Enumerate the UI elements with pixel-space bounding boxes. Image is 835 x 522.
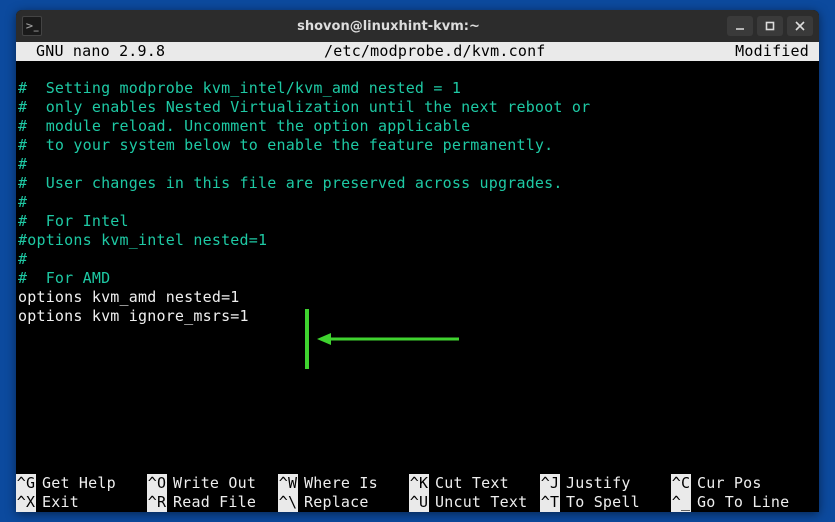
- nano-shortcut-bar: ^G Get Help ^O Write Out ^W Where Is ^K Cut Tex…: [16, 474, 819, 512]
- shortcut-key: ^_: [671, 493, 691, 512]
- titlebar: >_ shovon@linuxhint-kvm:~: [16, 10, 819, 42]
- editor-comment-line[interactable]: # For Intel: [16, 212, 819, 231]
- shortcut-item[interactable]: ^_ Go To Line: [671, 493, 802, 512]
- terminal-window: >_ shovon@linuxhint-kvm:~ GNU nano 2.9.8…: [16, 10, 819, 512]
- shortcut-item[interactable]: ^J Justify: [540, 474, 671, 493]
- shortcut-item[interactable]: ^\ Replace: [278, 493, 409, 512]
- shortcut-key: ^R: [147, 493, 167, 512]
- shortcut-key: ^W: [278, 474, 298, 493]
- editor-comment-line[interactable]: # only enables Nested Virtualization unt…: [16, 98, 819, 117]
- shortcut-key: ^O: [147, 474, 167, 493]
- editor-comment-line[interactable]: # For AMD: [16, 269, 819, 288]
- shortcut-key: ^X: [16, 493, 36, 512]
- shortcut-item[interactable]: ^O Write Out: [147, 474, 278, 493]
- shortcut-item[interactable]: ^W Where Is: [278, 474, 409, 493]
- shortcut-label: Write Out: [173, 474, 256, 493]
- shortcut-row-1: ^G Get Help ^O Write Out ^W Where Is ^K Cut Tex…: [16, 474, 819, 493]
- shortcut-label: Justify: [566, 474, 631, 493]
- nano-state: Modified: [699, 42, 819, 61]
- shortcut-item[interactable]: ^R Read File: [147, 493, 278, 512]
- close-icon: [795, 21, 805, 31]
- nano-editor-content[interactable]: # Setting modprobe kvm_intel/kvm_amd nes…: [16, 61, 819, 326]
- shortcut-label: Cur Pos: [697, 474, 762, 493]
- terminal-app-icon: >_: [22, 16, 42, 36]
- shortcut-label: To Spell: [566, 493, 640, 512]
- shortcut-label: Replace: [304, 493, 369, 512]
- shortcut-key: ^T: [540, 493, 560, 512]
- window-controls: [727, 16, 813, 36]
- editor-code-line[interactable]: options kvm ignore_msrs=1: [16, 307, 819, 326]
- editor-comment-line[interactable]: #: [16, 250, 819, 269]
- shortcut-label: Read File: [173, 493, 256, 512]
- shortcut-item[interactable]: ^G Get Help: [16, 474, 147, 493]
- nano-app-version: GNU nano 2.9.8: [16, 42, 316, 61]
- shortcut-label: Cut Text: [435, 474, 509, 493]
- terminal-body[interactable]: GNU nano 2.9.8 /etc/modprobe.d/kvm.conf …: [16, 42, 819, 512]
- close-button[interactable]: [787, 16, 813, 36]
- maximize-button[interactable]: [757, 16, 783, 36]
- shortcut-label: Exit: [42, 493, 79, 512]
- shortcut-key: ^U: [409, 493, 429, 512]
- shortcut-item[interactable]: ^X Exit: [16, 493, 147, 512]
- editor-comment-line[interactable]: # User changes in this file are preserve…: [16, 174, 819, 193]
- shortcut-label: Go To Line: [697, 493, 789, 512]
- shortcut-item[interactable]: ^K Cut Text: [409, 474, 540, 493]
- editor-comment-line[interactable]: # module reload. Uncomment the option ap…: [16, 117, 819, 136]
- editor-comment-line[interactable]: #: [16, 193, 819, 212]
- editor-comment-line[interactable]: # Setting modprobe kvm_intel/kvm_amd nes…: [16, 79, 819, 98]
- editor-comment-line[interactable]: # to your system below to enable the fea…: [16, 136, 819, 155]
- shortcut-item[interactable]: ^T To Spell: [540, 493, 671, 512]
- nano-filename: /etc/modprobe.d/kvm.conf: [316, 42, 699, 61]
- shortcut-key: ^G: [16, 474, 36, 493]
- maximize-icon: [765, 21, 775, 31]
- shortcut-label: Get Help: [42, 474, 116, 493]
- shortcut-label: Uncut Text: [435, 493, 527, 512]
- shortcut-key: ^\: [278, 493, 298, 512]
- shortcut-key: ^K: [409, 474, 429, 493]
- shortcut-label: Where Is: [304, 474, 378, 493]
- editor-comment-line[interactable]: #options kvm_intel nested=1: [16, 231, 819, 250]
- shortcut-row-2: ^X Exit ^R Read File ^\ Replace ^U Uncut Text ^T…: [16, 493, 819, 512]
- window-title: shovon@linuxhint-kvm:~: [50, 19, 727, 34]
- minimize-icon: [735, 21, 745, 31]
- editor-code-line[interactable]: options kvm_amd nested=1: [16, 288, 819, 307]
- shortcut-key: ^J: [540, 474, 560, 493]
- editor-comment-line[interactable]: #: [16, 155, 819, 174]
- minimize-button[interactable]: [727, 16, 753, 36]
- shortcut-item[interactable]: ^U Uncut Text: [409, 493, 540, 512]
- nano-status-bar: GNU nano 2.9.8 /etc/modprobe.d/kvm.conf …: [16, 42, 819, 61]
- shortcut-item[interactable]: ^C Cur Pos: [671, 474, 802, 493]
- shortcut-key: ^C: [671, 474, 691, 493]
